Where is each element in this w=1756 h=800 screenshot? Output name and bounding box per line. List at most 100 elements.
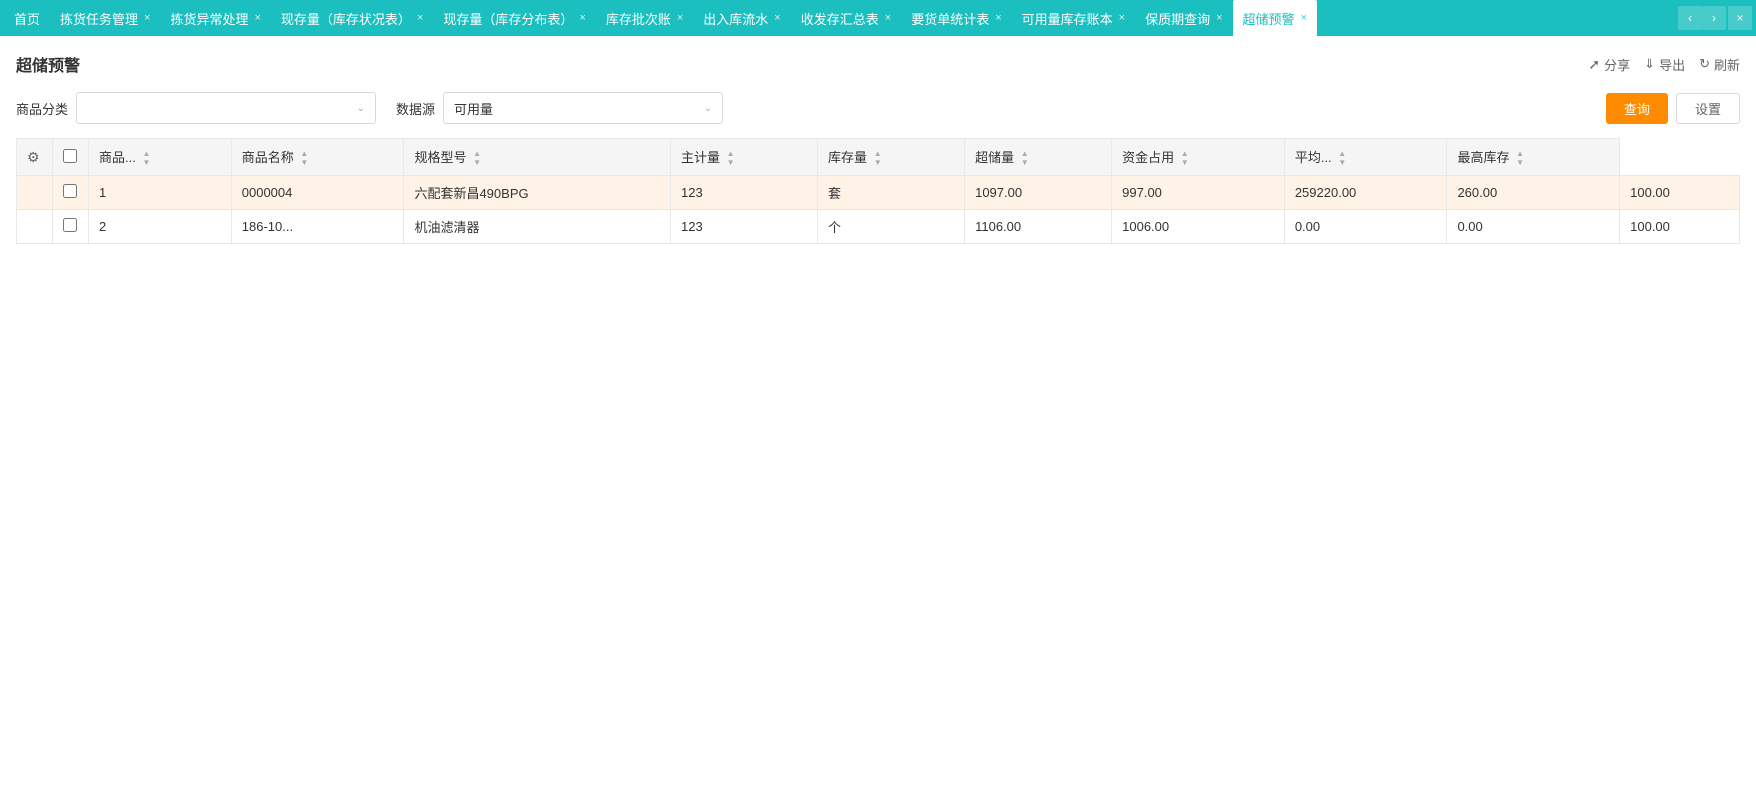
export-button[interactable]: ⇓ 导出	[1644, 55, 1685, 74]
datasource-select[interactable]: 可用量 ⌄	[443, 92, 723, 124]
nav-item-close-icon[interactable]: ×	[677, 12, 683, 24]
nav-item-close-icon[interactable]: ×	[579, 12, 585, 24]
nav-item-quality-check[interactable]: 保质期查询×	[1135, 0, 1232, 36]
nav-item-order-stat[interactable]: 要货单统计表 ×	[901, 0, 1011, 36]
datasource-value: 可用量	[454, 99, 493, 118]
nav-item-close-icon[interactable]: ×	[1216, 12, 1222, 24]
th-capital-label: 资金占用	[1122, 150, 1174, 165]
nav-item-overstock[interactable]: 超储预警 ×	[1233, 0, 1317, 36]
top-navigation: 首页拣货任务管理×拣货异常处理×现存量（库存状况表）×现存量（库存分布表）×库存…	[0, 0, 1756, 36]
sort-icon-stock[interactable]: ▲▼	[874, 150, 882, 168]
td-settings-1	[17, 210, 53, 244]
datasource-label: 数据源	[396, 99, 435, 118]
sort-icon-capital[interactable]: ▲▼	[1181, 150, 1189, 168]
td-avg-1: 0.00	[1447, 210, 1620, 244]
nav-item-label: 要货单统计表	[911, 9, 989, 28]
datasource-filter: 数据源 可用量 ⌄	[396, 92, 723, 124]
header-actions: ➚ 分享 ⇓ 导出 ↻ 刷新	[1588, 55, 1740, 74]
th-stock: 库存量 ▲▼	[818, 139, 965, 176]
data-table: ⚙ 商品... ▲▼ 商品名称 ▲▼ 规格型号 ▲▼ 主计	[16, 138, 1740, 244]
nav-item-inventory-status[interactable]: 现存量（库存状况表）×	[271, 0, 433, 36]
th-unit: 主计量 ▲▼	[671, 139, 818, 176]
select-all-checkbox[interactable]	[63, 149, 77, 163]
td-product-name-0: 六配套新昌490BPG	[404, 176, 671, 210]
nav-item-inout-flow[interactable]: 出入库流水 ×	[693, 0, 790, 36]
table-row: 1 0000004 六配套新昌490BPG 123 套 1097.00 997.…	[17, 176, 1740, 210]
th-avg: 平均... ▲▼	[1284, 139, 1447, 176]
nav-item-label: 收发存汇总表	[801, 9, 879, 28]
category-label: 商品分类	[16, 99, 68, 118]
th-spec: 规格型号 ▲▼	[404, 139, 671, 176]
th-product-name-label: 商品名称	[242, 150, 294, 165]
td-checkbox-0	[53, 176, 89, 210]
refresh-icon: ↻	[1699, 56, 1710, 72]
td-overstock-0: 997.00	[1112, 176, 1285, 210]
td-spec-0: 123	[671, 176, 818, 210]
nav-item-close-icon[interactable]: ×	[1119, 12, 1125, 24]
nav-item-inventory-batch[interactable]: 库存批次账 ×	[596, 0, 693, 36]
filter-actions: 查询 设置	[1606, 93, 1740, 124]
share-button[interactable]: ➚ 分享	[1588, 55, 1630, 74]
nav-item-label: 拣货任务管理	[60, 9, 138, 28]
refresh-label: 刷新	[1714, 55, 1740, 74]
td-overstock-1: 1006.00	[1112, 210, 1285, 244]
th-product-code: 商品... ▲▼	[89, 139, 232, 176]
nav-item-close-icon[interactable]: ×	[254, 12, 260, 24]
sort-icon-max-stock[interactable]: ▲▼	[1516, 150, 1524, 168]
th-unit-label: 主计量	[681, 150, 720, 165]
sort-icon-spec[interactable]: ▲▼	[473, 150, 481, 168]
sort-icon-overstock[interactable]: ▲▼	[1021, 150, 1029, 168]
nav-item-label: 库存批次账	[606, 9, 671, 28]
table-header-row: ⚙ 商品... ▲▼ 商品名称 ▲▼ 规格型号 ▲▼ 主计	[17, 139, 1740, 176]
td-num-0: 1	[89, 176, 232, 210]
nav-item-close-icon[interactable]: ×	[1301, 12, 1307, 24]
share-icon: ➚	[1588, 56, 1600, 73]
nav-item-label: 现存量（库存分布表）	[443, 9, 573, 28]
th-capital: 资金占用 ▲▼	[1112, 139, 1285, 176]
sort-icon-avg[interactable]: ▲▼	[1338, 150, 1346, 168]
page-title: 超储预警	[16, 52, 80, 76]
sort-icon-product-name[interactable]: ▲▼	[300, 150, 308, 168]
th-product-code-label: 商品...	[99, 150, 136, 165]
td-product-code-1: 186-10...	[231, 210, 404, 244]
nav-item-tihuo-exception[interactable]: 拣货异常处理 ×	[160, 0, 270, 36]
nav-item-tihuo-task[interactable]: 拣货任务管理 ×	[50, 0, 160, 36]
th-max-stock: 最高库存 ▲▼	[1447, 139, 1620, 176]
nav-arrow-left[interactable]: ‹	[1678, 6, 1702, 30]
td-settings-0	[17, 176, 53, 210]
td-product-name-1: 机油滤清器	[404, 210, 671, 244]
category-filter: 商品分类 ⌄	[16, 92, 376, 124]
nav-arrow-close[interactable]: ×	[1728, 6, 1752, 30]
settings-button[interactable]: 设置	[1676, 93, 1740, 124]
td-unit-0: 套	[818, 176, 965, 210]
th-max-stock-label: 最高库存	[1457, 150, 1509, 165]
td-checkbox-1	[53, 210, 89, 244]
nav-arrow-right[interactable]: ›	[1702, 6, 1726, 30]
nav-item-close-icon[interactable]: ×	[995, 12, 1001, 24]
sort-icon-unit[interactable]: ▲▼	[727, 150, 735, 168]
category-select[interactable]: ⌄	[76, 92, 376, 124]
nav-item-receive-summary[interactable]: 收发存汇总表 ×	[791, 0, 901, 36]
page-content: 超储预警 ➚ 分享 ⇓ 导出 ↻ 刷新 商品分类 ⌄ 数据源	[0, 36, 1756, 800]
row-checkbox-1[interactable]	[63, 218, 77, 232]
td-unit-1: 个	[818, 210, 965, 244]
nav-item-home[interactable]: 首页	[4, 0, 50, 36]
row-checkbox-0[interactable]	[63, 184, 77, 198]
nav-item-available-account[interactable]: 可用量库存账本×	[1012, 0, 1135, 36]
nav-item-close-icon[interactable]: ×	[144, 12, 150, 24]
nav-item-label: 首页	[14, 9, 40, 28]
td-num-1: 2	[89, 210, 232, 244]
column-settings-icon[interactable]: ⚙	[27, 149, 40, 165]
nav-item-label: 出入库流水	[703, 9, 768, 28]
sort-icon-product-code[interactable]: ▲▼	[142, 150, 150, 168]
nav-item-inventory-dist[interactable]: 现存量（库存分布表） ×	[433, 0, 595, 36]
th-settings: ⚙	[17, 139, 53, 176]
refresh-button[interactable]: ↻ 刷新	[1699, 55, 1740, 74]
nav-item-label: 拣货异常处理	[170, 9, 248, 28]
nav-item-close-icon[interactable]: ×	[885, 12, 891, 24]
nav-item-close-icon[interactable]: ×	[417, 12, 423, 24]
nav-item-label: 超储预警	[1243, 9, 1295, 28]
nav-item-close-icon[interactable]: ×	[774, 12, 780, 24]
query-button[interactable]: 查询	[1606, 93, 1668, 124]
td-avg-0: 260.00	[1447, 176, 1620, 210]
